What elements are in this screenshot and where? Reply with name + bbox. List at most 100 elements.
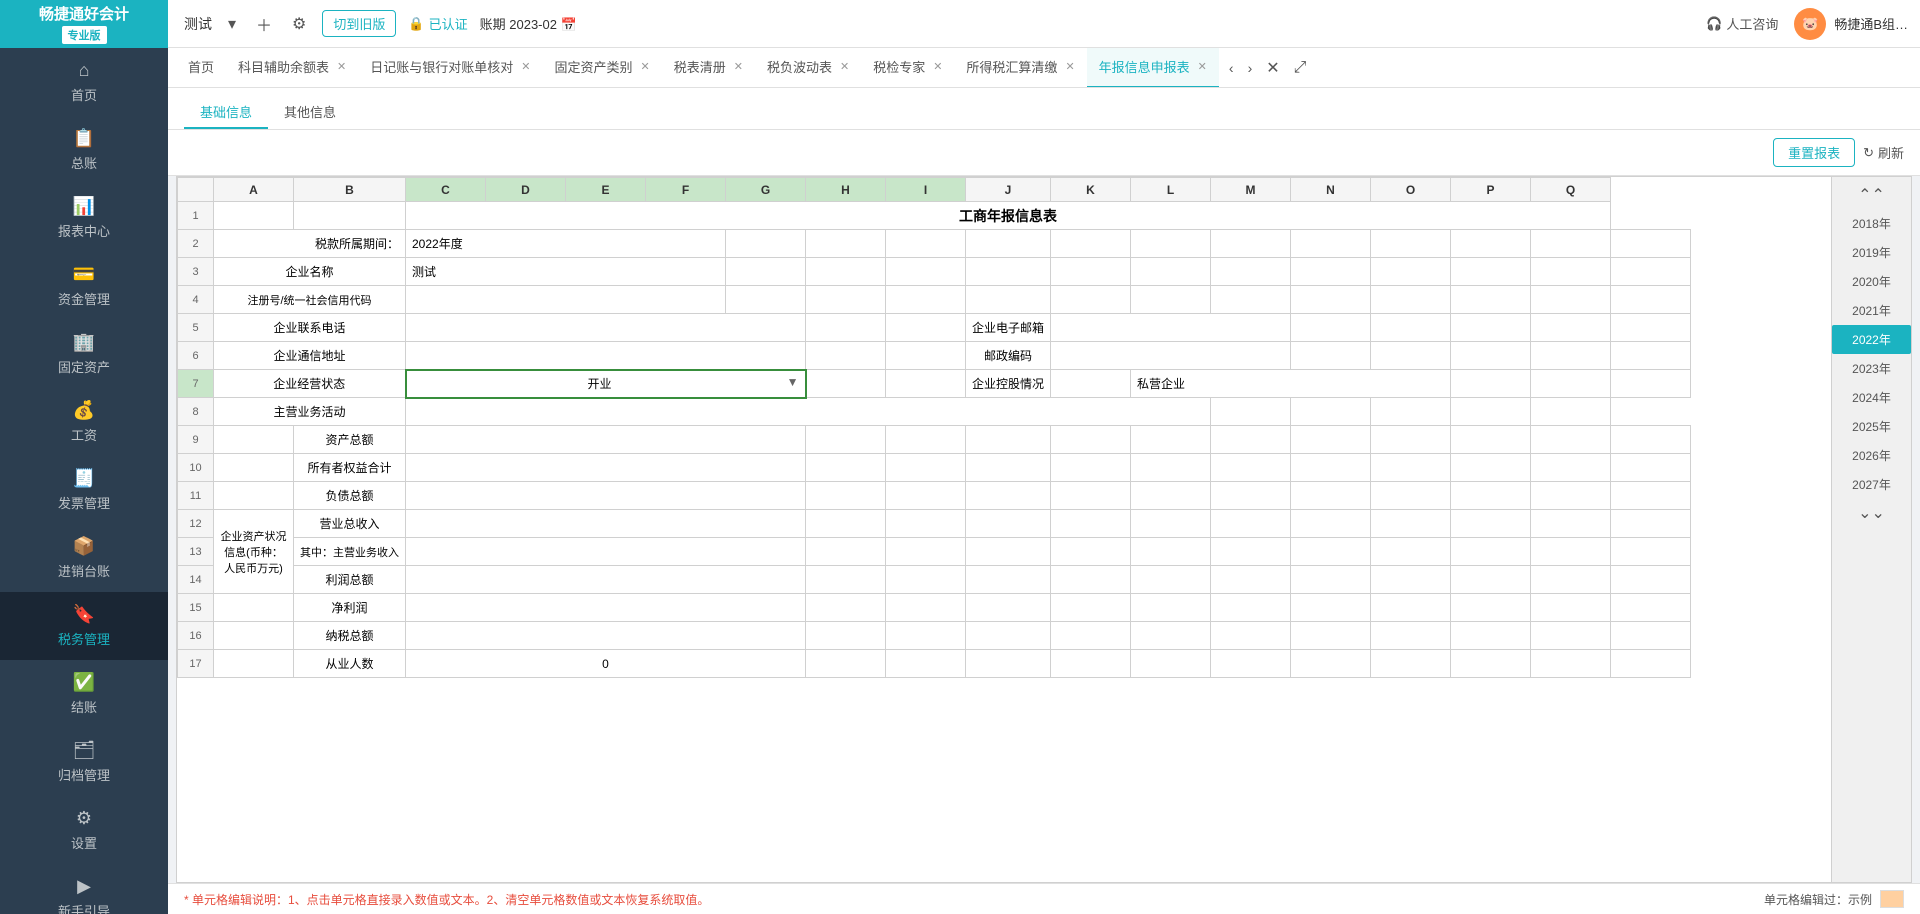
close-tab-fixed-asset-category[interactable]: ✕ [641,60,650,73]
tab-next-btn[interactable]: › [1242,56,1259,80]
year-2021[interactable]: 2021年 [1832,296,1911,325]
tab-tax-expert[interactable]: 税检专家 ✕ [861,48,954,88]
year-2020[interactable]: 2020年 [1832,267,1911,296]
col-header-l[interactable]: L [1131,178,1211,202]
status-right: 单元格编辑过：示例 [1764,890,1904,908]
sidebar-item-general-ledger[interactable]: 📋 总账 [0,116,168,184]
sidebar-item-purchase-sale[interactable]: 📦 进销台账 [0,524,168,592]
year-scroll-up-btn[interactable]: ⌃⌃ [1854,181,1889,209]
main-biz-value[interactable] [406,398,1211,426]
tab-journal-bank[interactable]: 日记账与银行对账单核对 ✕ [358,48,542,88]
year-scroll-down-btn[interactable]: ⌄⌄ [1854,499,1889,527]
sidebar-item-tax[interactable]: 🔖 税务管理 [0,592,168,660]
biz-status-label: 企业经营状态 [214,370,406,398]
tab-tax-fluctuation[interactable]: 税负波动表 ✕ [755,48,861,88]
biz-status-value[interactable]: 开业 ▼ [406,370,806,398]
service-btn[interactable]: 🎧 人工咨询 [1706,14,1778,33]
table-row: 17 从业人数 0 [178,650,1691,678]
add-tab-btn[interactable]: ＋ [252,8,276,40]
spreadsheet[interactable]: A B C D E F G H I J K L M [177,177,1831,882]
col-header-b[interactable]: B [294,178,406,202]
control-situation-value[interactable]: 私营企业 [1131,370,1451,398]
sheet-table: A B C D E F G H I J K L M [177,177,1691,678]
tel-value[interactable] [406,314,806,342]
close-all-tabs-btn[interactable]: ✕ [1260,56,1285,80]
subtab-other[interactable]: 其他信息 [268,96,352,129]
close-tab-income-tax[interactable]: ✕ [1065,60,1074,73]
address-value[interactable] [406,342,806,370]
year-2024[interactable]: 2024年 [1832,383,1911,412]
table-row: 12 企业资产状况信息(币种：人民币万元) 营业总收入 [178,510,1691,538]
sidebar-item-report-center[interactable]: 📊 报表中心 [0,184,168,252]
tab-fixed-asset-category[interactable]: 固定资产类别 ✕ [542,48,661,88]
main-revenue-value[interactable] [406,538,806,566]
col-header-c[interactable]: C [406,178,486,202]
tax-total-value[interactable] [406,622,806,650]
close-tab-annual-report[interactable]: ✕ [1198,60,1207,73]
reset-report-btn[interactable]: 重置报表 [1773,138,1855,167]
col-header-f[interactable]: F [646,178,726,202]
sidebar-item-settlement[interactable]: ✅ 结账 [0,660,168,728]
sidebar-item-settings[interactable]: ⚙ 设置 [0,796,168,864]
sidebar-item-fixed-assets[interactable]: 🏢 固定资产 [0,320,168,388]
email-value[interactable] [1051,314,1291,342]
year-2019[interactable]: 2019年 [1832,238,1911,267]
tab-home[interactable]: 首页 [176,48,226,88]
debt-value[interactable] [406,482,806,510]
col-header-e[interactable]: E [566,178,646,202]
col-header-j[interactable]: J [966,178,1051,202]
employees-value[interactable]: 0 [406,650,806,678]
close-tab-tax-fluctuation[interactable]: ✕ [840,60,849,73]
col-header-d[interactable]: D [486,178,566,202]
tel-label: 企业联系电话 [214,314,406,342]
company-value-cell[interactable]: 测试 [406,258,726,286]
year-2018[interactable]: 2018年 [1832,209,1911,238]
tab-aux-balance[interactable]: 科目辅助余额表 ✕ [226,48,358,88]
tab-annual-report[interactable]: 年报信息申报表 ✕ [1087,48,1219,88]
refresh-btn[interactable]: ↻ 刷新 [1863,143,1904,162]
col-header-m[interactable]: M [1211,178,1291,202]
col-header-h[interactable]: H [806,178,886,202]
period-value-cell[interactable]: 2022年度 [406,230,726,258]
sidebar-item-guide[interactable]: ▶ 新手引导 [0,864,168,914]
sidebar-item-fund[interactable]: 💳 资金管理 [0,252,168,320]
col-header-i[interactable]: I [886,178,966,202]
tab-prev-btn[interactable]: ‹ [1223,56,1240,80]
col-header-a[interactable]: A [214,178,294,202]
year-2025[interactable]: 2025年 [1832,412,1911,441]
year-2022[interactable]: 2022年 [1832,325,1911,354]
company-dropdown-btn[interactable]: ▾ [224,10,240,38]
col-header-q[interactable]: Q [1531,178,1611,202]
revenue-total-value[interactable] [406,510,806,538]
close-tab-tax-return[interactable]: ✕ [734,60,743,73]
total-assets-value[interactable] [406,426,806,454]
profit-total-value[interactable] [406,566,806,594]
year-2027[interactable]: 2027年 [1832,470,1911,499]
col-header-g[interactable]: G [726,178,806,202]
year-2023[interactable]: 2023年 [1832,354,1911,383]
close-tab-aux-balance[interactable]: ✕ [337,60,346,73]
address-label: 企业通信地址 [214,342,406,370]
col-header-n[interactable]: N [1291,178,1371,202]
year-2026[interactable]: 2026年 [1832,441,1911,470]
col-header-o[interactable]: O [1371,178,1451,202]
sidebar-item-salary[interactable]: 💰 工资 [0,388,168,456]
close-tab-tax-expert[interactable]: ✕ [933,60,942,73]
close-tab-journal-bank[interactable]: ✕ [521,60,530,73]
sidebar-item-archive[interactable]: 🗂 归档管理 [0,728,168,796]
table-row: 13 其中：主营业务收入 [178,538,1691,566]
sidebar-item-home[interactable]: ⌂ 首页 [0,48,168,116]
net-profit-value[interactable] [406,594,806,622]
tab-tax-return[interactable]: 税表清册 ✕ [662,48,755,88]
subtab-basic[interactable]: 基础信息 [184,96,268,129]
switch-version-btn[interactable]: 切到旧版 [322,10,396,37]
tab-income-tax[interactable]: 所得税汇算清缴 ✕ [954,48,1086,88]
col-header-p[interactable]: P [1451,178,1531,202]
sidebar-item-invoice[interactable]: 🧾 发票管理 [0,456,168,524]
settings-gear-btn[interactable]: ⚙ [288,10,310,38]
reg-num-value[interactable] [406,286,726,314]
postcode-value[interactable] [1051,342,1291,370]
equity-value[interactable] [406,454,806,482]
expand-btn[interactable]: ⤢ [1288,56,1313,80]
col-header-k[interactable]: K [1051,178,1131,202]
